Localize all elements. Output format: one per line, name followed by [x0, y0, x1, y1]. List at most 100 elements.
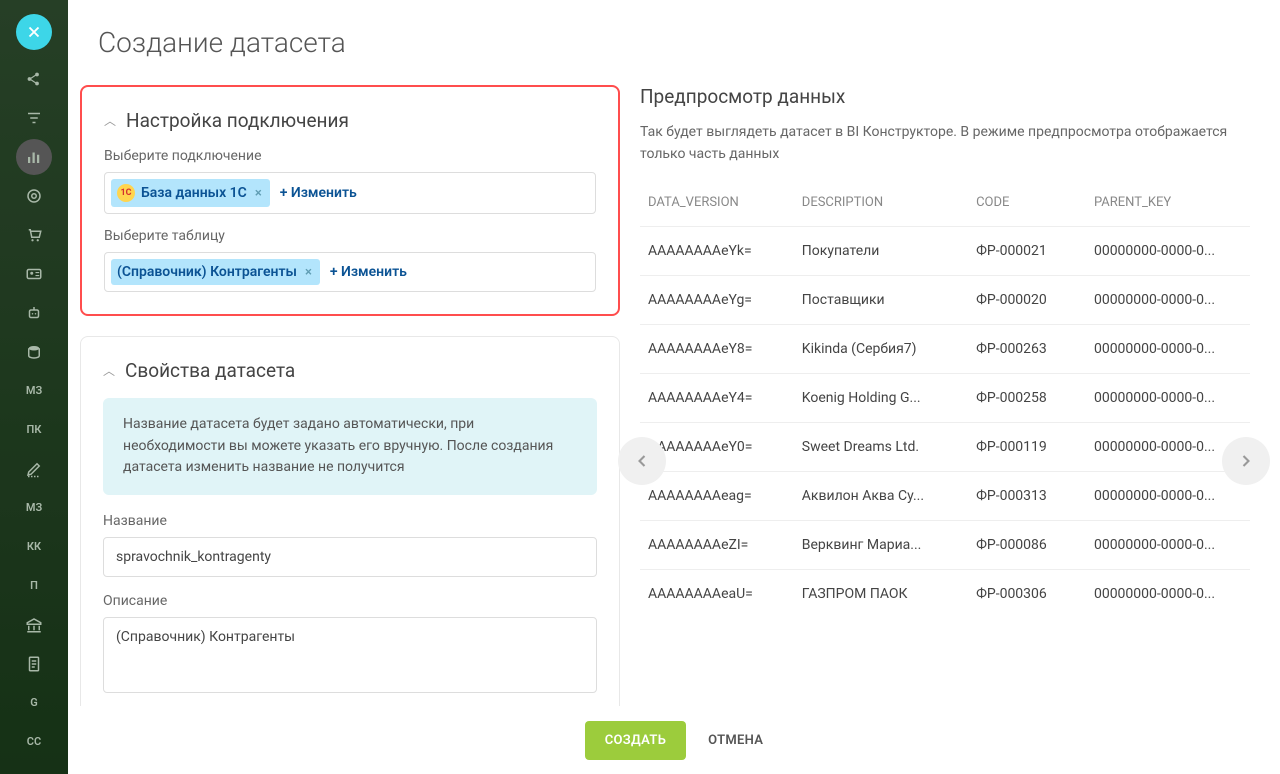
preview-title: Предпросмотр данных	[640, 85, 1250, 108]
table-cell: AAAAAAAAeY4=	[640, 374, 794, 423]
target-icon	[25, 187, 43, 205]
table-cell: 00000000-0000-0...	[1086, 276, 1250, 325]
table-cell: ФР-000086	[968, 521, 1086, 570]
table-cell: ФР-000020	[968, 276, 1086, 325]
preview-table: DATA_VERSIONDESCRIPTIONCODEPARENT_KEY AA…	[640, 183, 1250, 618]
share-icon	[25, 70, 43, 88]
table-cell: 00000000-0000-0...	[1086, 325, 1250, 374]
table-chip: (Справочник) Контрагенты ×	[111, 259, 320, 285]
nav-p[interactable]: П	[16, 568, 52, 604]
select-table-label: Выберите таблицу	[104, 228, 596, 244]
nav-filter[interactable]	[16, 100, 52, 136]
table-selector[interactable]: (Справочник) Контрагенты × + Изменить	[104, 252, 596, 292]
chevron-up-icon[interactable]: ︿	[103, 362, 115, 379]
table-cell: Аквилон Аква Су...	[794, 472, 968, 521]
connection-panel-title: Настройка подключения	[126, 109, 349, 132]
table-row[interactable]: AAAAAAAAeag=Аквилон Аква Су...ФР-0003130…	[640, 472, 1250, 521]
nav-robot[interactable]	[16, 295, 52, 331]
table-cell: ФР-000313	[968, 472, 1086, 521]
chevron-left-icon	[632, 451, 652, 471]
table-cell: ФР-000021	[968, 227, 1086, 276]
nav-pk[interactable]: ПК	[16, 412, 52, 448]
table-row[interactable]: AAAAAAAAeZI=Верквинг Мариа...ФР-00008600…	[640, 521, 1250, 570]
table-row[interactable]: AAAAAAAAeYk=ПокупателиФР-00002100000000-…	[640, 227, 1250, 276]
table-cell: AAAAAAAAeY8=	[640, 325, 794, 374]
nav-chart[interactable]	[16, 139, 52, 175]
connection-panel: ︿ Настройка подключения Выберите подключ…	[80, 85, 620, 316]
table-cell: 00000000-0000-0...	[1086, 521, 1250, 570]
change-connection-link[interactable]: + Изменить	[280, 185, 357, 201]
pencil-icon	[25, 460, 43, 478]
nav-id[interactable]	[16, 256, 52, 292]
cancel-button[interactable]: ОТМЕНА	[708, 733, 763, 748]
close-button[interactable]	[16, 14, 52, 50]
document-icon	[25, 655, 43, 673]
table-cell: 00000000-0000-0...	[1086, 374, 1250, 423]
id-card-icon	[25, 265, 43, 283]
cart-icon	[25, 226, 43, 244]
table-cell: 00000000-0000-0...	[1086, 570, 1250, 619]
table-cell: ФР-000119	[968, 423, 1086, 472]
table-cell: ФР-000306	[968, 570, 1086, 619]
nav-kk[interactable]: КК	[16, 529, 52, 565]
table-cell: Поставщики	[794, 276, 968, 325]
scroll-left-button[interactable]	[618, 437, 666, 485]
nav-mz2[interactable]: МЗ	[16, 490, 52, 526]
connection-selector[interactable]: 1С База данных 1С × + Изменить	[104, 172, 596, 214]
description-input[interactable]: (Справочник) Контрагенты	[103, 617, 597, 693]
table-row[interactable]: AAAAAAAAeY0=Sweet Dreams Ltd.ФР-00011900…	[640, 423, 1250, 472]
remove-connection-icon[interactable]: ×	[255, 186, 262, 201]
nav-cc[interactable]: CC	[16, 724, 52, 760]
table-row[interactable]: AAAAAAAAeYg=ПоставщикиФР-00002000000000-…	[640, 276, 1250, 325]
name-input[interactable]	[103, 537, 597, 577]
select-connection-label: Выберите подключение	[104, 148, 596, 164]
table-cell: ФР-000258	[968, 374, 1086, 423]
table-cell: 00000000-0000-0...	[1086, 472, 1250, 521]
info-banner: Название датасета будет задано автоматич…	[103, 398, 597, 495]
close-icon	[25, 23, 43, 41]
table-row[interactable]: AAAAAAAAeY4=Koenig Holding G...ФР-000258…	[640, 374, 1250, 423]
table-cell: ГАЗПРОМ ПАОК	[794, 570, 968, 619]
nav-share[interactable]	[16, 61, 52, 97]
chart-icon	[25, 148, 43, 166]
table-cell: Kikinda (Сербия7)	[794, 325, 968, 374]
col-header: DESCRIPTION	[794, 183, 968, 227]
table-row[interactable]: AAAAAAAAeY8=Kikinda (Сербия7)ФР-00026300…	[640, 325, 1250, 374]
table-cell: AAAAAAAAeag=	[640, 472, 794, 521]
connection-chip: 1С База данных 1С ×	[111, 179, 270, 207]
page-title: Создание датасета	[98, 26, 1250, 59]
table-cell: AAAAAAAAeaU=	[640, 570, 794, 619]
table-cell: AAAAAAAAeYk=	[640, 227, 794, 276]
col-header: PARENT_KEY	[1086, 183, 1250, 227]
footer: СОЗДАТЬ ОТМЕНА	[68, 706, 1280, 774]
table-row[interactable]: AAAAAAAAeaU=ГАЗПРОМ ПАОКФР-0003060000000…	[640, 570, 1250, 619]
database-icon	[25, 343, 43, 361]
change-table-link[interactable]: + Изменить	[330, 264, 407, 280]
create-button[interactable]: СОЗДАТЬ	[585, 721, 686, 760]
nav-mz1[interactable]: МЗ	[16, 373, 52, 409]
properties-panel-title: Свойства датасета	[125, 359, 295, 382]
table-cell: 00000000-0000-0...	[1086, 227, 1250, 276]
sidebar: МЗ ПК МЗ КК П G CC	[0, 0, 68, 774]
name-label: Название	[103, 513, 597, 529]
table-cell: Верквинг Мариа...	[794, 521, 968, 570]
col-header: DATA_VERSION	[640, 183, 794, 227]
nav-target[interactable]	[16, 178, 52, 214]
nav-doc[interactable]	[16, 646, 52, 682]
nav-db[interactable]	[16, 334, 52, 370]
filter-icon	[25, 109, 43, 127]
table-cell: ФР-000263	[968, 325, 1086, 374]
scroll-right-button[interactable]	[1222, 437, 1270, 485]
table-cell: Sweet Dreams Ltd.	[794, 423, 968, 472]
nav-bank[interactable]	[16, 607, 52, 643]
chevron-right-icon	[1236, 451, 1256, 471]
table-cell: Покупатели	[794, 227, 968, 276]
table-cell: AAAAAAAAeZI=	[640, 521, 794, 570]
table-cell: Koenig Holding G...	[794, 374, 968, 423]
nav-edit[interactable]	[16, 451, 52, 487]
chevron-up-icon[interactable]: ︿	[104, 112, 116, 129]
bank-icon	[25, 616, 43, 634]
nav-cart[interactable]	[16, 217, 52, 253]
remove-table-icon[interactable]: ×	[305, 265, 312, 280]
nav-g[interactable]: G	[16, 685, 52, 721]
